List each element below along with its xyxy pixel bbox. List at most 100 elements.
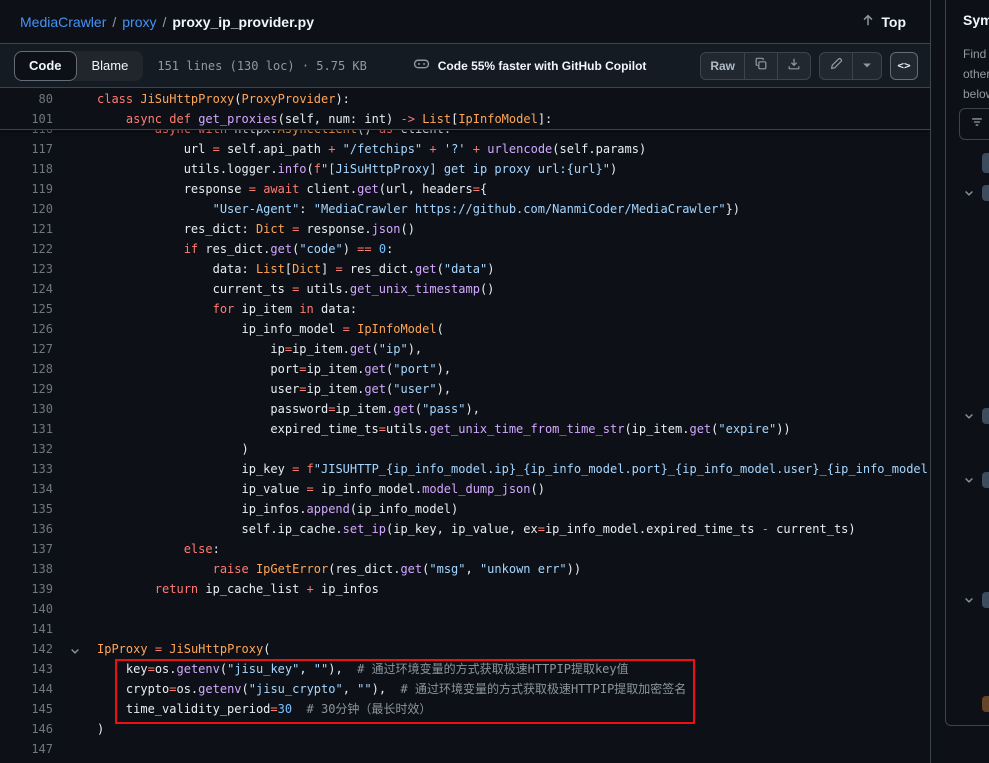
code-text: return ip_cache_list + ip_infos [97,579,379,599]
line-number-118[interactable]: 118 [0,159,53,179]
code-text: data: List[Dict] = res_dict.get("data") [97,259,494,279]
line-number-145[interactable]: 145 [0,699,53,719]
code-text: response = await client.get(url, headers… [97,179,487,199]
code-text: class JiSuHttpProxy(ProxyProvider): [97,89,350,109]
line-number-128[interactable]: 128 [0,359,53,379]
line-number-132[interactable]: 132 [0,439,53,459]
line-number-121[interactable]: 121 [0,219,53,239]
breadcrumb-folder-link[interactable]: proxy [122,14,156,30]
chevron-down-icon[interactable] [963,409,975,421]
line-number-135[interactable]: 135 [0,499,53,519]
top-button-label: Top [881,14,906,30]
line-number-139[interactable]: 139 [0,579,53,599]
breadcrumb-separator: / [162,14,166,30]
filter-icon [970,115,984,134]
scroll-to-top-button[interactable]: Top [853,9,914,34]
edit-dropdown-button[interactable] [852,53,881,79]
code-line-131: 131 expired_time_ts=utils.get_unix_time_… [0,419,930,439]
line-number-144[interactable]: 144 [0,679,53,699]
code-line-122: 122 if res_dict.get("code") == 0: [0,239,930,259]
symbol-list-item[interactable] [946,696,989,712]
copy-icon [754,57,768,74]
code-text: ip_value = ip_info_model.model_dump_json… [97,479,545,499]
tab-blame[interactable]: Blame [77,51,144,81]
line-number-119[interactable]: 119 [0,179,53,199]
line-number-101[interactable]: 101 [0,109,53,129]
code-line-118: 118 utils.logger.info(f"[JiSuHttpProxy] … [0,159,930,179]
line-number-124[interactable]: 124 [0,279,53,299]
code-line-133: 133 ip_key = f"JISUHTTP_{ip_info_model.i… [0,459,930,479]
line-number-141[interactable]: 141 [0,619,53,639]
line-number-147[interactable]: 147 [0,739,53,759]
symbol-pill [982,153,989,173]
code-line-121: 121 res_dict: Dict = response.json() [0,219,930,239]
copilot-banner-text: Code 55% faster with GitHub Copilot [438,59,647,73]
line-number-140[interactable]: 140 [0,599,53,619]
file-header-toolbar: Code Blame 151 lines (130 loc) · 5.75 KB… [0,44,930,88]
code-line-129: 129 user=ip_item.get("user"), [0,379,930,399]
chevron-down-icon[interactable] [963,186,975,198]
line-number-123[interactable]: 123 [0,259,53,279]
download-button[interactable] [777,53,810,79]
line-number-129[interactable]: 129 [0,379,53,399]
code-text: res_dict: Dict = response.json() [97,219,415,239]
code-line-124: 124 current_ts = utils.get_unix_timestam… [0,279,930,299]
code-line-147: 147 [0,739,930,759]
code-line-142: 142 IpProxy = JiSuHttpProxy( [0,639,930,659]
code-text: for ip_item in data: [97,299,357,319]
download-icon [787,57,801,74]
line-number-134[interactable]: 134 [0,479,53,499]
line-number-146[interactable]: 146 [0,719,53,739]
symbols-panel-toggle-button[interactable]: <> [890,52,918,80]
line-number-137[interactable]: 137 [0,539,53,559]
line-number-133[interactable]: 133 [0,459,53,479]
symbol-list-item[interactable] [946,153,989,173]
code-editor-pane: 116 async with httpx.AsyncClient() as cl… [0,89,930,763]
symbols-panel-description: other symbols in this file by clicking a… [963,64,989,84]
file-meta-info: 151 lines (130 loc) · 5.75 KB [157,59,367,73]
edit-file-button[interactable] [820,53,852,79]
code-line-134: 134 ip_value = ip_info_model.model_dump_… [0,479,930,499]
breadcrumb-repo-link[interactable]: MediaCrawler [20,14,106,30]
code-text: ip_info_model = IpInfoModel( [97,319,444,339]
line-number-136[interactable]: 136 [0,519,53,539]
symbol-list-item[interactable] [946,408,989,424]
line-number-122[interactable]: 122 [0,239,53,259]
symbols-panel: Symbols Find definitions and references … [945,0,989,726]
code-line-135: 135 ip_infos.append(ip_info_model) [0,499,930,519]
file-view: MediaCrawler / proxy / proxy_ip_provider… [0,0,931,763]
line-number-120[interactable]: 120 [0,199,53,219]
tab-code[interactable]: Code [14,51,77,81]
line-number-130[interactable]: 130 [0,399,53,419]
line-number-117[interactable]: 117 [0,139,53,159]
line-number-80[interactable]: 80 [0,89,53,109]
line-number-142[interactable]: 142 [0,639,53,659]
copy-raw-button[interactable] [744,53,777,79]
chevron-down-icon[interactable] [963,473,975,485]
symbol-list-item[interactable] [946,185,989,201]
line-number-126[interactable]: 126 [0,319,53,339]
symbols-panel-title: Symbols [963,12,989,28]
raw-button[interactable]: Raw [701,53,744,79]
line-number-138[interactable]: 138 [0,559,53,579]
code-line-101: 101 async def get_proxies(self, num: int… [0,109,930,129]
line-number-143[interactable]: 143 [0,659,53,679]
code-text: user=ip_item.get("user"), [97,379,451,399]
line-number-127[interactable]: 127 [0,339,53,359]
code-text: ip=ip_item.get("ip"), [97,339,422,359]
symbols-filter-button[interactable] [959,108,989,140]
copilot-banner: Code 55% faster with GitHub Copilot [413,56,647,76]
code-line-140: 140 [0,599,930,619]
collapse-chevron-down-icon[interactable] [69,643,81,655]
symbol-list-item[interactable] [946,592,989,608]
symbol-list-item[interactable] [946,472,989,488]
code-text: key=os.getenv("jisu_key", ""), # 通过环境变量的… [97,659,629,679]
code-text: expired_time_ts=utils.get_unix_time_from… [97,419,791,439]
symbols-panel-description: below. [963,84,989,104]
code-text: IpProxy = JiSuHttpProxy( [97,639,270,659]
line-number-125[interactable]: 125 [0,299,53,319]
pencil-icon [829,57,843,74]
code-line-141: 141 [0,619,930,639]
chevron-down-icon[interactable] [963,593,975,605]
line-number-131[interactable]: 131 [0,419,53,439]
